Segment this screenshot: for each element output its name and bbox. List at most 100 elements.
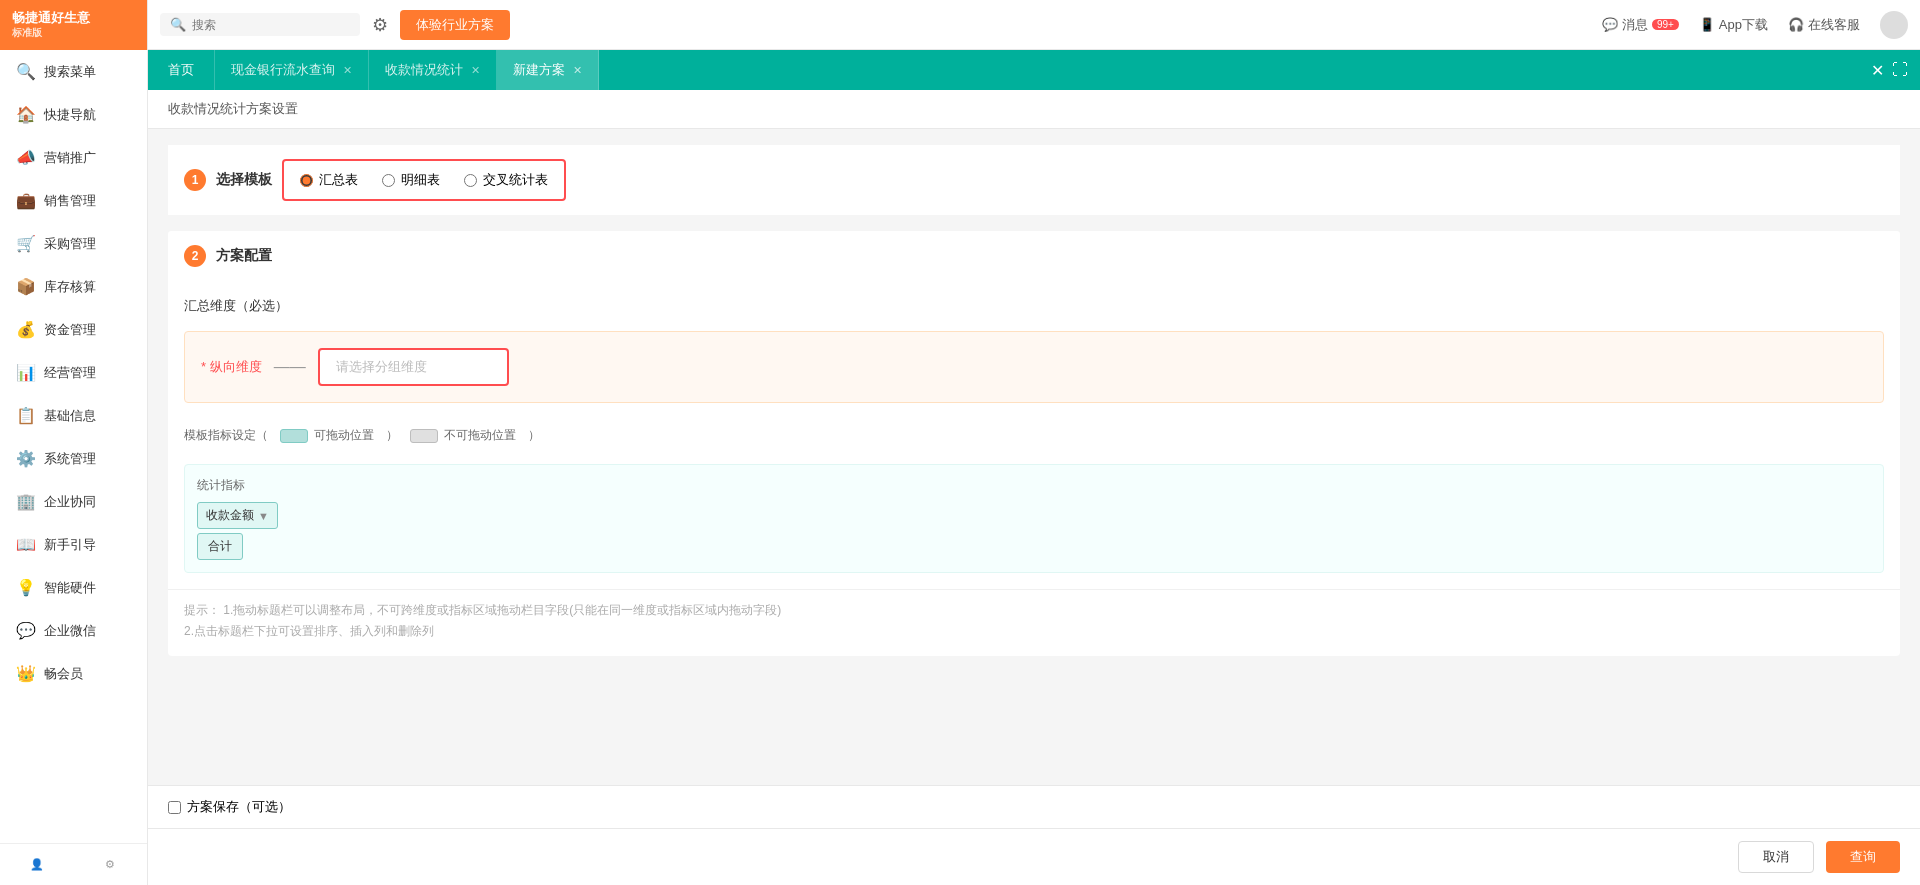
sidebar-label-10: 企业协同 bbox=[44, 493, 96, 511]
sidebar-icon-6: 💰 bbox=[16, 320, 36, 339]
sidebar-item-6[interactable]: 💰资金管理 bbox=[0, 308, 147, 351]
tab-home-label: 首页 bbox=[168, 61, 194, 79]
metrics-subrow: 合计 bbox=[197, 533, 1871, 560]
sidebar-icon-8: 📋 bbox=[16, 406, 36, 425]
sidebar-item-0[interactable]: 🔍搜索菜单 bbox=[0, 50, 147, 93]
radio-detail-input[interactable] bbox=[382, 174, 395, 187]
window-close-icon[interactable]: ✕ bbox=[1871, 61, 1884, 80]
radio-summary[interactable]: 汇总表 bbox=[300, 171, 358, 189]
main-area: 🔍 ⚙ 体验行业方案 💬 消息 99+ 📱 App下载 🎧 在线客服 首页 bbox=[148, 0, 1920, 885]
radio-summary-label: 汇总表 bbox=[319, 171, 358, 189]
sidebar-icon-2: 📣 bbox=[16, 148, 36, 167]
sidebar-item-14[interactable]: 👑畅会员 bbox=[0, 652, 147, 695]
config-body: 汇总维度（必选） * 纵向维度 —— 请选择分组维度 模板指标设定（ bbox=[168, 281, 1900, 589]
tabbar: 首页 现金银行流水查询 ✕ 收款情况统计 ✕ 新建方案 ✕ ✕ ⛶ bbox=[148, 50, 1920, 90]
tabbar-actions: ✕ ⛶ bbox=[1871, 61, 1920, 80]
radio-detail[interactable]: 明细表 bbox=[382, 171, 440, 189]
sidebar-item-2[interactable]: 📣 营销推广 bbox=[0, 136, 147, 179]
sidebar-icon-12: 💡 bbox=[16, 578, 36, 597]
save-checkbox-label[interactable]: 方案保存（可选） bbox=[168, 798, 291, 816]
tab-home[interactable]: 首页 bbox=[148, 50, 215, 90]
sidebar-item-9[interactable]: ⚙️ 系统管理 bbox=[0, 437, 147, 480]
metrics-tag-amount[interactable]: 收款金额 ▼ bbox=[197, 502, 278, 529]
sidebar-item-5[interactable]: 📦 库存核算 bbox=[0, 265, 147, 308]
sidebar-icon-5: 📦 bbox=[16, 277, 36, 296]
tab-cash-flow-close[interactable]: ✕ bbox=[343, 64, 352, 77]
radio-summary-input[interactable] bbox=[300, 174, 313, 187]
sidebar-item-4[interactable]: 🛒采购管理 bbox=[0, 222, 147, 265]
message-label: 消息 bbox=[1622, 16, 1648, 34]
sidebar-item-13[interactable]: 💬企业微信 bbox=[0, 609, 147, 652]
radio-detail-label: 明细表 bbox=[401, 171, 440, 189]
dimension-title: 汇总维度（必选） bbox=[184, 297, 1884, 319]
step1-title: 选择模板 bbox=[216, 171, 272, 189]
sidebar-label-11: 新手引导 bbox=[44, 536, 96, 554]
sidebar-item-1[interactable]: 🏠 快捷导航 bbox=[0, 93, 147, 136]
page-title: 收款情况统计方案设置 bbox=[168, 101, 298, 116]
vertical-dimension-row: * 纵向维度 —— 请选择分组维度 bbox=[201, 348, 1867, 386]
draggable-color-box bbox=[280, 429, 308, 443]
sidebar-icon-9: ⚙️ bbox=[16, 449, 36, 468]
save-checkbox-text: 方案保存（可选） bbox=[187, 798, 291, 816]
tab-collection-stat[interactable]: 收款情况统计 ✕ bbox=[369, 50, 497, 90]
sidebar-item-10[interactable]: 🏢 企业协同 bbox=[0, 480, 147, 523]
sidebar-label-0: 搜索菜单 bbox=[44, 63, 96, 81]
sidebar: 畅捷通好生意 标准版 🔍搜索菜单 🏠 快捷导航 📣 营销推广 💼销售管理🛒采购管理 📦 库存核… bbox=[0, 0, 148, 885]
sidebar-label-1: 快捷导航 bbox=[44, 106, 96, 124]
search-box[interactable]: 🔍 bbox=[160, 13, 360, 36]
metrics-container: 统计指标 收款金额 ▼ 合计 bbox=[184, 464, 1884, 573]
legend-fixed: 不可拖动位置 bbox=[410, 427, 516, 444]
save-checkbox[interactable] bbox=[168, 801, 181, 814]
sidebar-label-14: 畅会员 bbox=[44, 665, 83, 683]
industry-btn[interactable]: 体验行业方案 bbox=[400, 10, 510, 40]
sidebar-item-7[interactable]: 📊经营管理 bbox=[0, 351, 147, 394]
gear-icon[interactable]: ⚙ bbox=[372, 14, 388, 36]
window-expand-icon[interactable]: ⛶ bbox=[1892, 61, 1908, 79]
app-logo: 畅捷通好生意 标准版 bbox=[0, 0, 147, 50]
sidebar-icon-10: 🏢 bbox=[16, 492, 36, 511]
fixed-label: 不可拖动位置 bbox=[444, 427, 516, 444]
tab-collection-stat-label: 收款情况统计 bbox=[385, 61, 463, 79]
sidebar-item-3[interactable]: 💼销售管理 bbox=[0, 179, 147, 222]
sidebar-bottom-right[interactable]: ⚙ bbox=[74, 852, 148, 877]
sidebar-icon-11: 📖 bbox=[16, 535, 36, 554]
template-options: 汇总表 明细表 交叉统计表 bbox=[282, 159, 566, 201]
message-btn[interactable]: 💬 消息 99+ bbox=[1602, 16, 1679, 34]
sidebar-icon-1: 🏠 bbox=[16, 105, 36, 124]
legend-end: ） bbox=[528, 427, 540, 444]
metrics-legend-label: 模板指标设定（ bbox=[184, 427, 268, 444]
sidebar-label-9: 系统管理 bbox=[44, 450, 96, 468]
sidebar-label-5: 库存核算 bbox=[44, 278, 96, 296]
sidebar-item-12[interactable]: 💡智能硬件 bbox=[0, 566, 147, 609]
sidebar-bottom-left[interactable]: 👤 bbox=[0, 852, 74, 877]
support-label: 在线客服 bbox=[1808, 16, 1860, 34]
cancel-button[interactable]: 取消 bbox=[1738, 841, 1814, 873]
tab-collection-stat-close[interactable]: ✕ bbox=[471, 64, 480, 77]
sidebar-item-8[interactable]: 📋基础信息 bbox=[0, 394, 147, 437]
tab-new-plan[interactable]: 新建方案 ✕ bbox=[497, 50, 599, 90]
action-bar: 取消 查询 bbox=[148, 828, 1920, 885]
sidebar-item-11[interactable]: 📖 新手引导 bbox=[0, 523, 147, 566]
tab-new-plan-close[interactable]: ✕ bbox=[573, 64, 582, 77]
query-button[interactable]: 查询 bbox=[1826, 841, 1900, 873]
download-btn[interactable]: 📱 App下载 bbox=[1699, 16, 1768, 34]
tag-dropdown-icon[interactable]: ▼ bbox=[258, 510, 269, 522]
legend-draggable: 可拖动位置 bbox=[280, 427, 374, 444]
radio-cross-input[interactable] bbox=[464, 174, 477, 187]
tag-amount-label: 收款金额 bbox=[206, 507, 254, 524]
sidebar-icon-4: 🛒 bbox=[16, 234, 36, 253]
avatar[interactable] bbox=[1880, 11, 1908, 39]
step2-title: 方案配置 bbox=[216, 247, 272, 265]
sidebar-icon-3: 💼 bbox=[16, 191, 36, 210]
dimension-selector[interactable]: 请选择分组维度 bbox=[318, 348, 509, 386]
step2-badge: 2 bbox=[184, 245, 206, 267]
metrics-subtag-total[interactable]: 合计 bbox=[197, 533, 243, 560]
topbar-right: 💬 消息 99+ 📱 App下载 🎧 在线客服 bbox=[1602, 11, 1908, 39]
search-input[interactable] bbox=[192, 18, 332, 32]
support-btn[interactable]: 🎧 在线客服 bbox=[1788, 16, 1860, 34]
sidebar-label-2: 营销推广 bbox=[44, 149, 96, 167]
content-header: 收款情况统计方案设置 bbox=[148, 90, 1920, 129]
radio-cross[interactable]: 交叉统计表 bbox=[464, 171, 548, 189]
tab-cash-flow[interactable]: 现金银行流水查询 ✕ bbox=[215, 50, 369, 90]
app-name: 畅捷通好生意 bbox=[12, 10, 90, 26]
